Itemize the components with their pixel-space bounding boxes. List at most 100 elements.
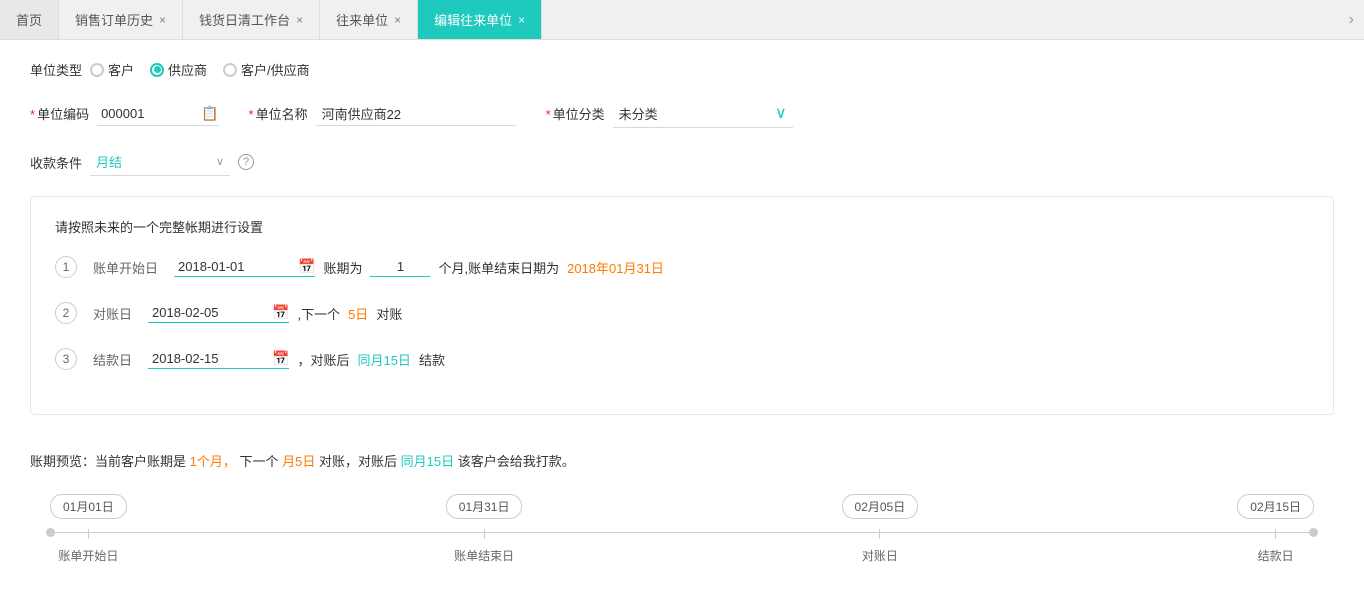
payment-terms-value: 月结 <box>96 152 212 171</box>
settings-panel: 请按照未来的一个完整帐期进行设置 1 账单开始日 📅 账期为 个月,账单结束日期… <box>30 196 1334 415</box>
timeline-connector-2 <box>484 529 485 539</box>
tab-partner-label: 往来单位 <box>336 10 388 29</box>
unit-code-label: *单位编码 <box>30 104 89 123</box>
timeline-connector-1 <box>88 529 89 539</box>
tab-sales-history[interactable]: 销售订单历史 × <box>59 0 183 39</box>
radio-both-label: 客户/供应商 <box>241 60 310 79</box>
timeline-label-1: 账单开始日 <box>58 547 118 564</box>
tab-edit-partner-close[interactable]: × <box>518 13 525 27</box>
timeline-badge-4: 02月15日 <box>1237 494 1314 519</box>
unit-code-input[interactable] <box>97 102 197 125</box>
step-3-desc-suffix: 结款 <box>419 350 445 369</box>
radio-customer[interactable]: 客户 <box>90 60 134 79</box>
step-2-desc-prefix: ,下一个 <box>297 304 340 323</box>
payment-terms-label: 收款条件 <box>30 153 82 172</box>
step-1-period-input[interactable] <box>370 257 430 277</box>
radio-customer-circle <box>90 63 104 77</box>
main-content: 单位类型 客户 供应商 客户/供应商 *单位编码 <box>0 40 1364 608</box>
radio-group: 客户 供应商 客户/供应商 <box>90 60 310 79</box>
tab-sales-history-close[interactable]: × <box>159 13 166 27</box>
timeline-points: 01月01日 账单开始日 01月31日 账单结束日 02月05日 对账日 <box>50 494 1314 564</box>
step-2-input-group: 📅 ,下一个 5日 对账 <box>148 303 402 323</box>
step-1-date-input[interactable] <box>174 257 294 276</box>
tab-home[interactable]: 首页 <box>0 0 59 39</box>
step-3-desc-highlight: 同月15日 <box>357 350 410 369</box>
preview-highlight2: 月5日 <box>282 454 315 469</box>
step-1-label: 账单开始日 <box>93 258 158 277</box>
unit-code-group: *单位编码 📋 <box>30 102 219 126</box>
chevron-down-icon-payment: ∨ <box>216 155 224 168</box>
help-icon[interactable]: ? <box>238 154 254 170</box>
preview-mid2: 对账，对账后 <box>319 454 397 469</box>
step-1-num: 1 <box>55 256 77 278</box>
timeline-label-2: 账单结束日 <box>454 547 514 564</box>
tab-cash-work-label: 钱货日清工作台 <box>199 10 290 29</box>
radio-customer-label: 客户 <box>108 60 134 79</box>
tab-partner[interactable]: 往来单位 × <box>320 0 418 39</box>
timeline-point-3: 02月05日 对账日 <box>842 494 919 564</box>
panel-title: 请按照未来的一个完整帐期进行设置 <box>55 217 1309 236</box>
step-3-calendar-icon[interactable]: 📅 <box>272 350 289 367</box>
step-1-end-date: 2018年01月31日 <box>567 258 664 277</box>
preview-highlight3: 同月15日 <box>401 454 454 469</box>
preview-section: 账期预览：当前客户账期是 1个月， 下一个 月5日 对账，对账后 同月15日 该… <box>30 435 1334 564</box>
preview-prefix: 账期预览：当前客户账期是 <box>30 454 186 469</box>
payment-row: 收款条件 月结 ∨ ? <box>30 148 1334 176</box>
tab-edit-partner[interactable]: 编辑往来单位 × <box>418 0 542 39</box>
tab-bar: 首页 销售订单历史 × 钱货日清工作台 × 往来单位 × 编辑往来单位 × › <box>0 0 1364 40</box>
radio-supplier-circle <box>150 63 164 77</box>
unit-category-dropdown[interactable]: 未分类 ∨ <box>613 99 793 128</box>
preview-text: 账期预览：当前客户账期是 1个月， 下一个 月5日 对账，对账后 同月15日 该… <box>30 451 1334 470</box>
step-2-calendar-icon[interactable]: 📅 <box>272 304 289 321</box>
step-2-desc-suffix: 对账 <box>376 304 402 323</box>
timeline-point-2: 01月31日 账单结束日 <box>446 494 523 564</box>
radio-supplier[interactable]: 供应商 <box>150 60 207 79</box>
tab-cash-work-close[interactable]: × <box>296 13 303 27</box>
timeline-point-4: 02月15日 结款日 <box>1237 494 1314 564</box>
timeline-connector-3 <box>879 529 880 539</box>
tab-sales-history-label: 销售订单历史 <box>75 10 153 29</box>
timeline: 01月01日 账单开始日 01月31日 账单结束日 02月05日 对账日 <box>30 494 1334 564</box>
timeline-badge-2: 01月31日 <box>446 494 523 519</box>
unit-name-label: *单位名称 <box>249 104 308 123</box>
step-1-calendar-icon[interactable]: 📅 <box>298 258 315 275</box>
tab-cash-work[interactable]: 钱货日清工作台 × <box>183 0 320 39</box>
timeline-badge-1: 01月01日 <box>50 494 127 519</box>
radio-both[interactable]: 客户/供应商 <box>223 60 310 79</box>
step-1-period-label: 账期为 <box>323 258 362 277</box>
unit-type-group: 单位类型 客户 供应商 客户/供应商 <box>30 60 310 79</box>
unit-name-input[interactable] <box>316 102 516 126</box>
tab-home-label: 首页 <box>16 10 42 29</box>
unit-info-row: *单位编码 📋 *单位名称 *单位分类 未分类 ∨ <box>30 99 1334 128</box>
step-1-period-unit: 个月,账单结束日期为 <box>438 258 559 277</box>
step-3-input-group: 📅 ，对账后 同月15日 结款 <box>148 349 445 369</box>
chevron-down-icon: ∨ <box>775 103 787 123</box>
timeline-badge-3: 02月05日 <box>842 494 919 519</box>
payment-terms-select[interactable]: 月结 ∨ <box>90 148 230 176</box>
unit-type-row: 单位类型 客户 供应商 客户/供应商 <box>30 60 1334 79</box>
step-3-desc-prefix: ，对账后 <box>297 350 349 369</box>
step-3-date-input[interactable] <box>148 349 268 368</box>
step-1-input-group: 📅 账期为 个月,账单结束日期为 2018年01月31日 <box>174 257 664 277</box>
unit-category-group: *单位分类 未分类 ∨ <box>546 99 793 128</box>
preview-mid1: 下一个 <box>240 454 279 469</box>
tab-more-button[interactable]: › <box>1339 0 1364 39</box>
unit-category-label: *单位分类 <box>546 104 605 123</box>
unit-type-label: 单位类型 <box>30 60 82 79</box>
unit-code-input-wrapper: 📋 <box>97 102 218 126</box>
timeline-label-3: 对账日 <box>862 547 898 564</box>
tab-partner-close[interactable]: × <box>394 13 401 27</box>
tab-edit-partner-label: 编辑往来单位 <box>434 10 512 29</box>
unit-code-icon[interactable]: 📋 <box>201 105 218 122</box>
timeline-connector-4 <box>1275 529 1276 539</box>
preview-highlight1: 1个月， <box>190 454 236 469</box>
step-3-num: 3 <box>55 348 77 370</box>
unit-category-value: 未分类 <box>619 104 775 123</box>
step-1-row: 1 账单开始日 📅 账期为 个月,账单结束日期为 2018年01月31日 <box>55 256 1309 278</box>
step-3-row: 3 结款日 📅 ，对账后 同月15日 结款 <box>55 348 1309 370</box>
preview-suffix: 该客户会给我打款。 <box>458 454 575 469</box>
step-3-label: 结款日 <box>93 350 132 369</box>
step-2-num: 2 <box>55 302 77 324</box>
step-2-date-input[interactable] <box>148 303 268 322</box>
step-2-label: 对账日 <box>93 304 132 323</box>
